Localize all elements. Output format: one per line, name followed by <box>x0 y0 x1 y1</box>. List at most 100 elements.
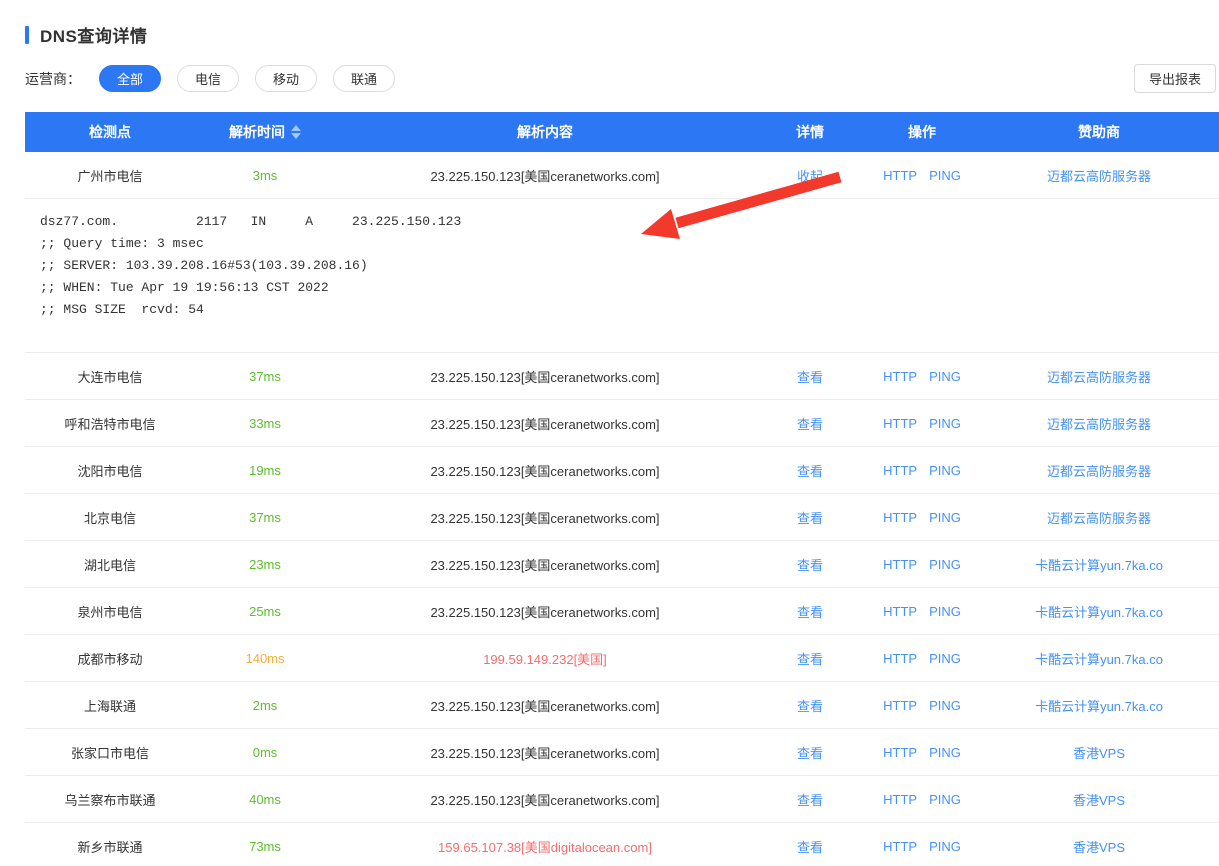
table-row: 北京电信 37ms 23.225.150.123[美国ceranetworks.… <box>25 494 1219 541</box>
http-link[interactable]: HTTP <box>883 698 917 713</box>
detail-toggle-link[interactable]: 查看 <box>797 555 823 574</box>
resolve-content-cell: 23.225.150.123[美国ceranetworks.com] <box>430 557 660 573</box>
table-body: 广州市电信 3ms 23.225.150.123[美国ceranetworks.… <box>25 152 1219 866</box>
http-link[interactable]: HTTP <box>883 557 917 572</box>
sponsor-link[interactable]: 迈都云高防服务器 <box>1047 367 1151 386</box>
checkpoint-cell: 新乡市联通 <box>77 839 143 855</box>
ping-link[interactable]: PING <box>929 369 961 384</box>
dig-output-text: dsz77.com. 2117 IN A 23.225.150.123 ;; Q… <box>40 214 462 317</box>
resolve-time-cell: 25ms <box>249 603 281 619</box>
ping-link[interactable]: PING <box>929 839 961 854</box>
http-link[interactable]: HTTP <box>883 604 917 619</box>
table-row: 张家口市电信 0ms 23.225.150.123[美国ceranetworks… <box>25 729 1219 776</box>
resolve-content-cell: 23.225.150.123[美国ceranetworks.com] <box>430 416 660 432</box>
resolve-time-cell: 37ms <box>249 509 281 525</box>
sponsor-link[interactable]: 卡酷云计算yun.7ka.co <box>1035 649 1163 668</box>
page-header: DNS查询详情 <box>25 0 1219 47</box>
resolve-time-cell: 33ms <box>249 415 281 431</box>
detail-toggle-link[interactable]: 查看 <box>797 602 823 621</box>
sponsor-link[interactable]: 卡酷云计算yun.7ka.co <box>1035 696 1163 715</box>
ping-link[interactable]: PING <box>929 745 961 760</box>
http-link[interactable]: HTTP <box>883 510 917 525</box>
sort-asc-icon <box>291 125 301 131</box>
ping-link[interactable]: PING <box>929 557 961 572</box>
ping-link[interactable]: PING <box>929 698 961 713</box>
ping-link[interactable]: PING <box>929 416 961 431</box>
checkpoint-cell: 广州市电信 <box>77 168 143 184</box>
resolve-time-cell: 140ms <box>245 650 285 666</box>
table-row: 乌兰察布市联通 40ms 23.225.150.123[美国ceranetwor… <box>25 776 1219 823</box>
http-link[interactable]: HTTP <box>883 839 917 854</box>
export-report-button[interactable]: 导出报表 <box>1133 64 1216 93</box>
http-link[interactable]: HTTP <box>883 745 917 760</box>
column-header-resolve-time-label: 解析时间 <box>229 124 285 140</box>
sponsor-link[interactable]: 迈都云高防服务器 <box>1047 508 1151 527</box>
http-link[interactable]: HTTP <box>883 651 917 666</box>
sponsor-link[interactable]: 香港VPS <box>1073 790 1125 809</box>
dns-query-page: DNS查询详情 运营商： 全部 电信 移动 联通 导出报表 检测点 解析时间 解… <box>25 0 1219 866</box>
detail-toggle-link[interactable]: 查看 <box>797 508 823 527</box>
detail-toggle-link[interactable]: 查看 <box>797 649 823 668</box>
ping-link[interactable]: PING <box>929 604 961 619</box>
detail-toggle-link[interactable]: 查看 <box>797 414 823 433</box>
ping-link[interactable]: PING <box>929 463 961 478</box>
column-header-sponsor: 赞助商 <box>1078 124 1120 140</box>
table-row: 沈阳市电信 19ms 23.225.150.123[美国ceranetworks… <box>25 447 1219 494</box>
ping-link[interactable]: PING <box>929 168 961 183</box>
sponsor-link[interactable]: 迈都云高防服务器 <box>1047 166 1151 185</box>
resolve-time-cell: 23ms <box>249 556 281 572</box>
resolve-content-cell: 23.225.150.123[美国ceranetworks.com] <box>430 698 660 714</box>
detail-toggle-link[interactable]: 查看 <box>797 837 823 856</box>
column-header-action: 操作 <box>908 124 936 140</box>
table-row: 大连市电信 37ms 23.225.150.123[美国ceranetworks… <box>25 353 1219 400</box>
filter-pill-mobile[interactable]: 移动 <box>255 65 318 92</box>
checkpoint-cell: 乌兰察布市联通 <box>64 792 156 808</box>
title-accent-bar <box>25 25 29 44</box>
dig-output-panel: dsz77.com. 2117 IN A 23.225.150.123 ;; Q… <box>25 199 1219 353</box>
detail-toggle-link[interactable]: 查看 <box>797 790 823 809</box>
resolve-content-cell: 23.225.150.123[美国ceranetworks.com] <box>430 604 660 620</box>
table-row: 广州市电信 3ms 23.225.150.123[美国ceranetworks.… <box>25 152 1219 199</box>
resolve-time-cell: 19ms <box>249 462 281 478</box>
http-link[interactable]: HTTP <box>883 168 917 183</box>
http-link[interactable]: HTTP <box>883 463 917 478</box>
checkpoint-cell: 北京电信 <box>83 510 136 526</box>
table-row: 湖北电信 23ms 23.225.150.123[美国ceranetworks.… <box>25 541 1219 588</box>
filter-pill-telecom[interactable]: 电信 <box>177 65 240 92</box>
detail-toggle-link[interactable]: 查看 <box>797 367 823 386</box>
sponsor-link[interactable]: 香港VPS <box>1073 743 1125 762</box>
operator-filter-label: 运营商： <box>25 70 81 87</box>
checkpoint-cell: 张家口市电信 <box>70 745 149 761</box>
resolve-content-cell: 23.225.150.123[美国ceranetworks.com] <box>430 745 660 761</box>
ping-link[interactable]: PING <box>929 510 961 525</box>
detail-toggle-link[interactable]: 查看 <box>797 696 823 715</box>
checkpoint-cell: 大连市电信 <box>77 369 143 385</box>
resolve-content-cell: 23.225.150.123[美国ceranetworks.com] <box>430 369 660 385</box>
detail-toggle-link[interactable]: 查看 <box>797 743 823 762</box>
operator-pills: 全部 电信 移动 联通 <box>99 65 396 92</box>
sort-icon[interactable] <box>291 125 301 139</box>
detail-toggle-link[interactable]: 收起 <box>797 166 823 185</box>
sort-desc-icon <box>291 133 301 139</box>
sponsor-link[interactable]: 卡酷云计算yun.7ka.co <box>1035 602 1163 621</box>
http-link[interactable]: HTTP <box>883 792 917 807</box>
sponsor-link[interactable]: 卡酷云计算yun.7ka.co <box>1035 555 1163 574</box>
column-header-resolve-time: 解析时间 <box>195 122 335 142</box>
filter-pill-all[interactable]: 全部 <box>99 65 162 92</box>
sponsor-link[interactable]: 香港VPS <box>1073 837 1125 856</box>
ping-link[interactable]: PING <box>929 651 961 666</box>
table-row: 上海联通 2ms 23.225.150.123[美国ceranetworks.c… <box>25 682 1219 729</box>
detail-toggle-link[interactable]: 查看 <box>797 461 823 480</box>
resolve-content-cell: 23.225.150.123[美国ceranetworks.com] <box>430 510 660 526</box>
http-link[interactable]: HTTP <box>883 369 917 384</box>
table-row: 泉州市电信 25ms 23.225.150.123[美国ceranetworks… <box>25 588 1219 635</box>
ping-link[interactable]: PING <box>929 792 961 807</box>
resolve-content-cell: 159.65.107.38[美国digitalocean.com] <box>438 839 652 855</box>
filter-pill-unicom[interactable]: 联通 <box>333 65 396 92</box>
sponsor-link[interactable]: 迈都云高防服务器 <box>1047 461 1151 480</box>
sponsor-link[interactable]: 迈都云高防服务器 <box>1047 414 1151 433</box>
resolve-time-cell: 40ms <box>249 791 281 807</box>
resolve-content-cell: 199.59.149.232[美国] <box>483 651 607 667</box>
http-link[interactable]: HTTP <box>883 416 917 431</box>
resolve-content-cell: 23.225.150.123[美国ceranetworks.com] <box>430 792 660 808</box>
